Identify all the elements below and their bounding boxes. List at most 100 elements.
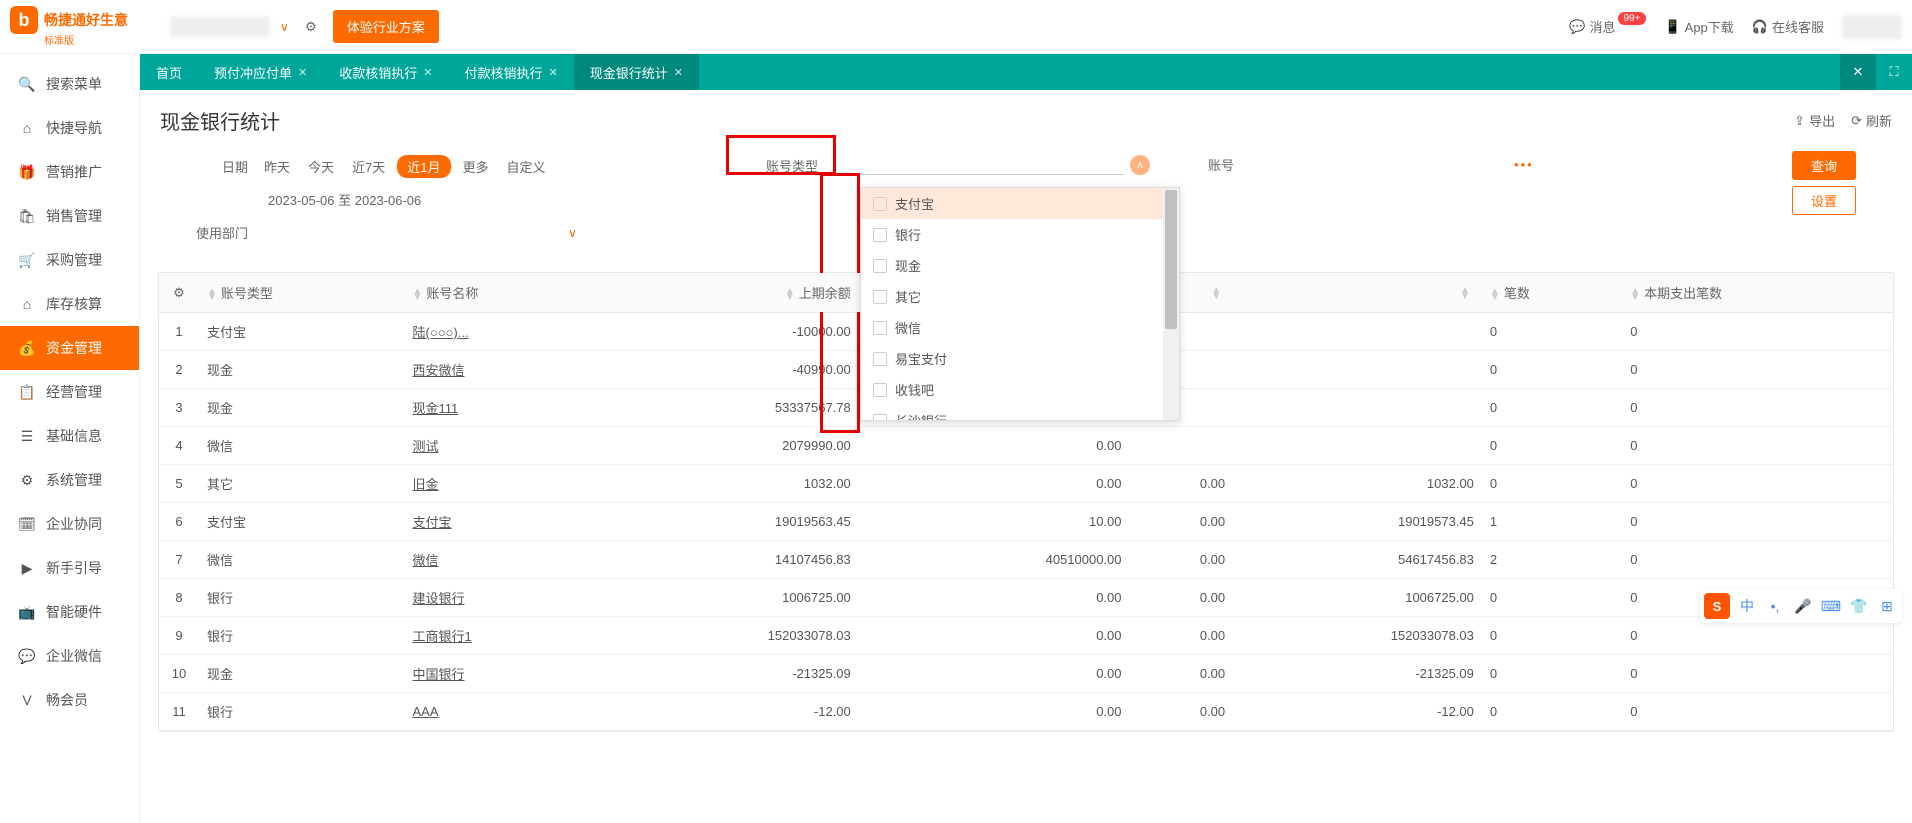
- sidebar-item-4[interactable]: 🛒采购管理: [0, 238, 139, 282]
- experience-button[interactable]: 体验行业方案: [333, 10, 439, 43]
- sidebar-item-1[interactable]: ⌂快捷导航: [0, 106, 139, 150]
- dropdown-item[interactable]: 微信: [861, 312, 1179, 343]
- cell-name[interactable]: 现金111: [405, 389, 611, 427]
- checkbox[interactable]: [873, 321, 887, 335]
- date-pill[interactable]: 更多: [457, 155, 495, 178]
- ime-mic-icon[interactable]: 🎤: [1792, 595, 1814, 617]
- cell-name[interactable]: 西安微信: [405, 351, 611, 389]
- checkbox[interactable]: [873, 352, 887, 366]
- ime-lang-button[interactable]: 中: [1736, 595, 1758, 617]
- tab-close-all-button[interactable]: ✕: [1840, 54, 1876, 90]
- tab-close-icon[interactable]: ✕: [298, 66, 307, 79]
- dropdown-item[interactable]: 现金: [861, 250, 1179, 281]
- cell-name[interactable]: 测试: [405, 427, 611, 465]
- cell-name[interactable]: 陆(○○○)...: [405, 313, 611, 351]
- dropdown-item[interactable]: 其它: [861, 281, 1179, 312]
- date-pill[interactable]: 近1月: [397, 155, 450, 178]
- more-filters-button[interactable]: •••: [1514, 157, 1534, 172]
- cell-income: 0.00: [859, 693, 1130, 731]
- sort-icon[interactable]: ▲▼: [1630, 289, 1640, 301]
- sidebar-item-6[interactable]: 💰资金管理: [0, 326, 139, 370]
- sort-icon[interactable]: ▲▼: [1490, 289, 1500, 301]
- tab-close-icon[interactable]: ✕: [549, 66, 558, 79]
- tab-close-icon[interactable]: ✕: [423, 66, 432, 79]
- query-button[interactable]: 查询: [1792, 151, 1856, 180]
- logo[interactable]: b 畅捷通好生意 标准版: [10, 6, 150, 47]
- cell-name[interactable]: 建设银行: [405, 579, 611, 617]
- app-download-link[interactable]: 📱 App下载: [1664, 17, 1733, 36]
- tab-4[interactable]: 现金银行统计✕: [574, 54, 699, 90]
- sogou-icon[interactable]: S: [1704, 593, 1730, 619]
- tab-fullscreen-button[interactable]: ⛶: [1876, 54, 1912, 90]
- ime-toolbox-icon[interactable]: ⊞: [1876, 595, 1898, 617]
- page-title: 现金银行统计: [160, 106, 280, 135]
- gear-icon[interactable]: ⚙: [299, 15, 323, 39]
- checkbox[interactable]: [873, 290, 887, 304]
- online-service-link[interactable]: 🎧 在线客服: [1752, 17, 1824, 36]
- sidebar-item-7[interactable]: 📋经营管理: [0, 370, 139, 414]
- dropdown-item[interactable]: 长沙银行: [861, 405, 1179, 420]
- dropdown-item[interactable]: 收钱吧: [861, 374, 1179, 405]
- account-type-input[interactable]: [824, 155, 1124, 175]
- date-pill[interactable]: 今天: [302, 155, 340, 178]
- table-config-icon[interactable]: ⚙: [159, 273, 199, 313]
- sidebar-item-10[interactable]: 🗓企业协同: [0, 502, 139, 546]
- dropdown-item[interactable]: 支付宝: [861, 188, 1179, 219]
- sidebar-item-12[interactable]: 📺智能硬件: [0, 590, 139, 634]
- checkbox[interactable]: [873, 259, 887, 273]
- cell-name[interactable]: 支付宝: [405, 503, 611, 541]
- date-pill[interactable]: 昨天: [258, 155, 296, 178]
- sidebar-item-9[interactable]: ⚙系统管理: [0, 458, 139, 502]
- column-header[interactable]: ▲▼本期支出笔数: [1622, 273, 1893, 313]
- checkbox[interactable]: [873, 228, 887, 242]
- tab-0[interactable]: 首页: [140, 54, 198, 90]
- dropdown-item[interactable]: 易宝支付: [861, 343, 1179, 374]
- dropdown-scrollbar[interactable]: [1163, 188, 1179, 420]
- export-button[interactable]: ⇪ 导出: [1794, 111, 1835, 130]
- account-type-collapse-icon[interactable]: ∧: [1130, 155, 1150, 175]
- cell-name[interactable]: AAA: [405, 693, 611, 731]
- sort-icon[interactable]: ▲▼: [1211, 288, 1221, 300]
- settings-button[interactable]: 设置: [1792, 186, 1856, 215]
- column-header[interactable]: ▲▼笔数: [1482, 273, 1622, 313]
- sidebar-item-2[interactable]: 🎁营销推广: [0, 150, 139, 194]
- cell-name[interactable]: 工商银行1: [405, 617, 611, 655]
- date-pill[interactable]: 自定义: [501, 155, 552, 178]
- tab-close-icon[interactable]: ✕: [674, 66, 683, 79]
- column-header[interactable]: ▲▼: [1233, 273, 1482, 313]
- date-pill[interactable]: 近7天: [346, 155, 391, 178]
- tab-1[interactable]: 预付冲应付单✕: [198, 54, 323, 90]
- sidebar-item-0[interactable]: 🔍搜索菜单: [0, 62, 139, 106]
- cell-c6: [1233, 427, 1482, 465]
- refresh-button[interactable]: ⟳ 刷新: [1851, 111, 1892, 130]
- avatar-blur[interactable]: [1842, 15, 1902, 39]
- tab-2[interactable]: 收款核销执行✕: [323, 54, 448, 90]
- cell-name[interactable]: 旧金: [405, 465, 611, 503]
- ime-keyboard-icon[interactable]: ⌨: [1820, 595, 1842, 617]
- sidebar-item-8[interactable]: ☰基础信息: [0, 414, 139, 458]
- sort-icon[interactable]: ▲▼: [413, 289, 423, 301]
- sidebar-item-13[interactable]: 💬企业微信: [0, 634, 139, 678]
- cell-name[interactable]: 中国银行: [405, 655, 611, 693]
- column-header[interactable]: ▲▼账号名称: [405, 273, 611, 313]
- sort-icon[interactable]: ▲▼: [785, 289, 795, 301]
- cell-name[interactable]: 微信: [405, 541, 611, 579]
- checkbox[interactable]: [873, 197, 887, 211]
- sidebar-item-3[interactable]: 🛍销售管理: [0, 194, 139, 238]
- sort-icon[interactable]: ▲▼: [1460, 288, 1470, 300]
- column-header[interactable]: ▲▼上期余额: [610, 273, 859, 313]
- sidebar-item-5[interactable]: ⌂库存核算: [0, 282, 139, 326]
- sidebar-item-14[interactable]: V畅会员: [0, 678, 139, 722]
- column-header[interactable]: ▲▼账号类型: [199, 273, 405, 313]
- dropdown-item[interactable]: 银行: [861, 219, 1179, 250]
- checkbox[interactable]: [873, 414, 887, 421]
- chevron-down-icon[interactable]: ∨: [280, 20, 289, 34]
- tab-3[interactable]: 付款核销执行✕: [448, 54, 573, 90]
- dept-chevron-icon[interactable]: ∨: [568, 226, 577, 240]
- sidebar-item-11[interactable]: ▶新手引导: [0, 546, 139, 590]
- sort-icon[interactable]: ▲▼: [207, 289, 217, 301]
- ime-skin-icon[interactable]: 👕: [1848, 595, 1870, 617]
- checkbox[interactable]: [873, 383, 887, 397]
- message-link[interactable]: 💬 消息 99+: [1569, 17, 1646, 36]
- ime-punct-button[interactable]: •,: [1764, 595, 1786, 617]
